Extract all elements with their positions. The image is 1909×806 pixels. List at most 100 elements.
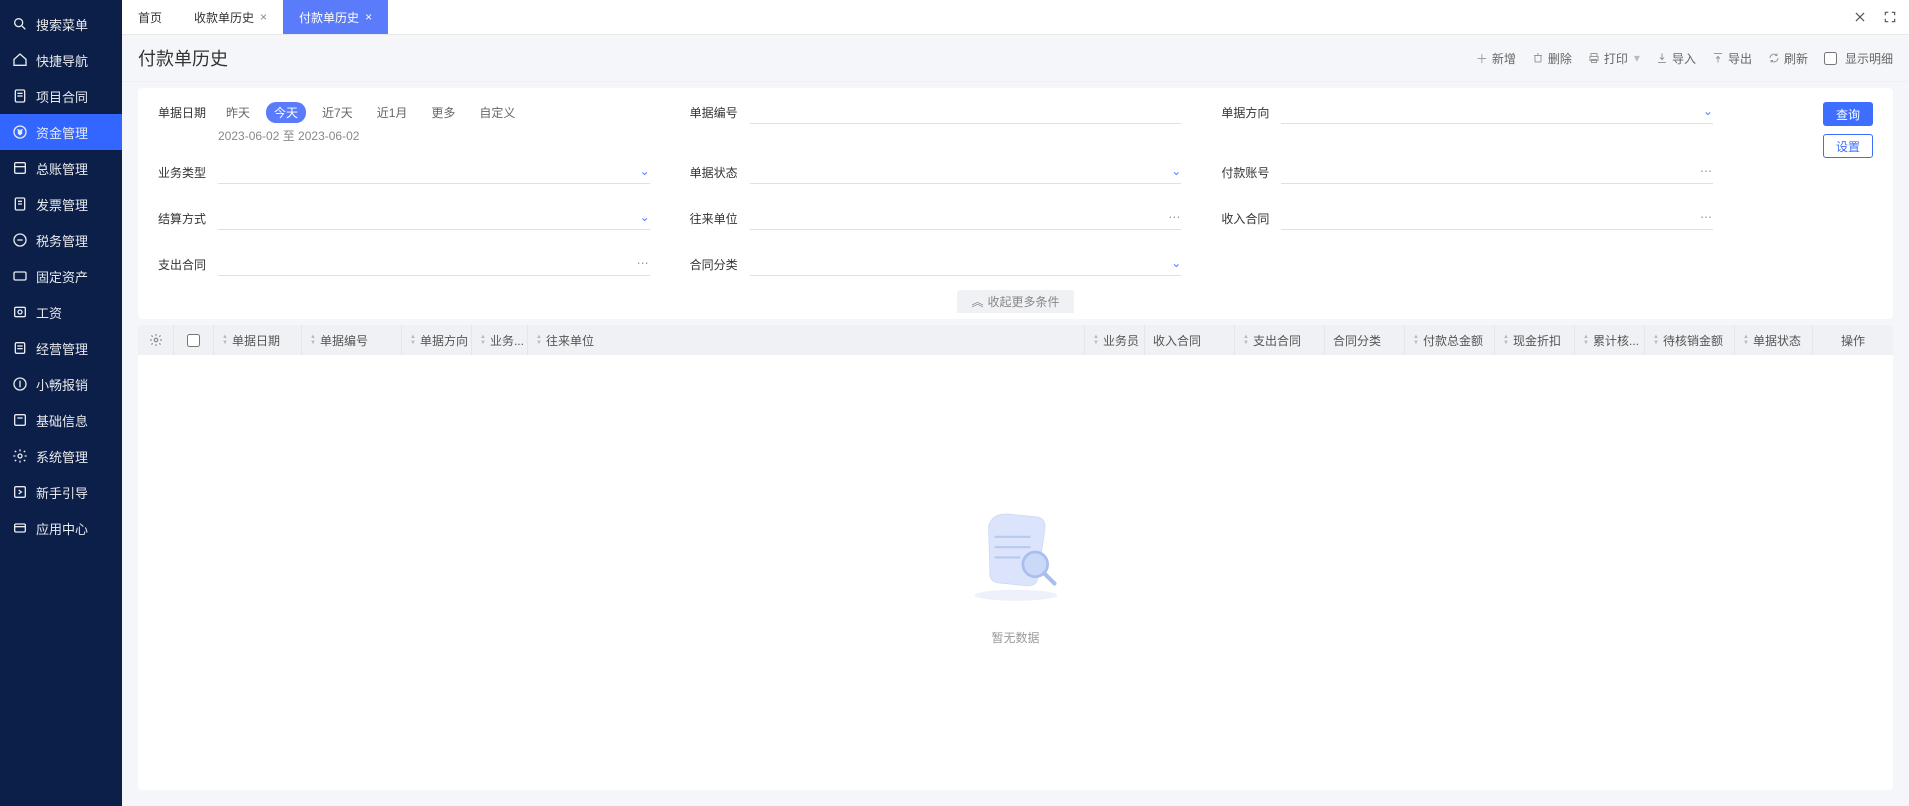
tab-home[interactable]: 首页 xyxy=(122,0,178,34)
filter-contract-class: 合同分类 ⌄ xyxy=(690,254,1182,282)
close-icon[interactable]: × xyxy=(365,10,372,24)
fullscreen-icon[interactable] xyxy=(1879,6,1901,28)
income-contract-input[interactable]: ⋯ xyxy=(1281,208,1713,230)
close-icon[interactable]: × xyxy=(260,10,267,24)
ellipsis-icon[interactable]: ⋯ xyxy=(1700,164,1713,178)
sort-icon[interactable] xyxy=(480,334,486,346)
query-button[interactable]: 查询 xyxy=(1823,102,1873,126)
sidebar-item-search[interactable]: 搜索菜单 xyxy=(0,6,122,42)
doc-status-select[interactable]: ⌄ xyxy=(750,162,1182,184)
collapse-filters-button[interactable]: ︽ 收起更多条件 xyxy=(957,290,1073,313)
th-pay-total[interactable]: 付款总金额 xyxy=(1405,325,1495,355)
th-income-contract[interactable]: 收入合同 xyxy=(1145,325,1235,355)
th-expense-contract[interactable]: 支出合同 xyxy=(1235,325,1325,355)
page-title: 付款单历史 xyxy=(138,45,228,71)
show-detail-toggle[interactable]: 显示明细 xyxy=(1824,50,1893,67)
sidebar-item-quicknav[interactable]: 快捷导航 xyxy=(0,42,122,78)
select-all-checkbox[interactable] xyxy=(174,325,214,355)
range-7d[interactable]: 近7天 xyxy=(314,102,361,123)
range-today[interactable]: 今天 xyxy=(266,102,306,123)
settings-button[interactable]: 设置 xyxy=(1823,134,1873,158)
sidebar-item-contract[interactable]: 项目合同 xyxy=(0,78,122,114)
sort-icon[interactable] xyxy=(1093,334,1099,346)
th-doc-date[interactable]: 单据日期 xyxy=(214,325,302,355)
sort-icon[interactable] xyxy=(310,334,316,346)
biz-type-select[interactable]: ⌄ xyxy=(218,162,650,184)
sort-icon[interactable] xyxy=(1653,334,1659,346)
th-direction[interactable]: 单据方向 xyxy=(402,325,472,355)
sidebar-item-label: 资金管理 xyxy=(36,123,88,142)
th-contract-class[interactable]: 合同分类 xyxy=(1325,325,1405,355)
print-button[interactable]: 打印▾ xyxy=(1588,50,1640,67)
th-doc-no[interactable]: 单据编号 xyxy=(302,325,402,355)
th-clerk[interactable]: 业务员 xyxy=(1085,325,1145,355)
empty-text: 暂无数据 xyxy=(991,629,1039,646)
import-button[interactable]: 导入 xyxy=(1656,50,1696,67)
sidebar-item-basicinfo[interactable]: 基础信息 xyxy=(0,402,122,438)
partner-input[interactable]: ⋯ xyxy=(750,208,1182,230)
ellipsis-icon[interactable]: ⋯ xyxy=(1168,210,1181,224)
sidebar-item-ledger[interactable]: 总账管理 xyxy=(0,150,122,186)
sidebar-item-manage[interactable]: 经营管理 xyxy=(0,330,122,366)
pay-account-input[interactable]: ⋯ xyxy=(1281,162,1713,184)
export-button[interactable]: 导出 xyxy=(1712,50,1752,67)
sort-icon[interactable] xyxy=(1503,334,1509,346)
sidebar-item-apps[interactable]: 应用中心 xyxy=(0,510,122,546)
sidebar-item-system[interactable]: 系统管理 xyxy=(0,438,122,474)
sort-icon[interactable] xyxy=(536,334,542,346)
sidebar-item-label: 快捷导航 xyxy=(36,51,88,70)
th-pending[interactable]: 待核销金额 xyxy=(1645,325,1735,355)
expense-contract-input[interactable]: ⋯ xyxy=(218,254,650,276)
range-yesterday[interactable]: 昨天 xyxy=(218,102,258,123)
sort-icon[interactable] xyxy=(1413,334,1419,346)
sidebar-item-asset[interactable]: 固定资产 xyxy=(0,258,122,294)
ellipsis-icon[interactable]: ⋯ xyxy=(637,256,650,270)
close-all-icon[interactable] xyxy=(1849,6,1871,28)
sort-icon[interactable] xyxy=(1243,334,1249,346)
sidebar-item-funds[interactable]: ¥ 资金管理 xyxy=(0,114,122,150)
sidebar-item-tax[interactable]: 税务管理 xyxy=(0,222,122,258)
doc-no-input[interactable] xyxy=(750,102,1182,124)
range-more[interactable]: 更多 xyxy=(423,102,463,123)
table-header: 单据日期 单据编号 单据方向 业务... 往来单位 业务员 收入合同 支出合同 … xyxy=(138,325,1893,355)
refresh-button[interactable]: 刷新 xyxy=(1768,50,1808,67)
sidebar-item-label: 新手引导 xyxy=(36,483,88,502)
th-cash-discount[interactable]: 现金折扣 xyxy=(1495,325,1575,355)
range-1m[interactable]: 近1月 xyxy=(369,102,416,123)
th-partner[interactable]: 往来单位 xyxy=(528,325,1085,355)
sort-icon[interactable] xyxy=(222,334,228,346)
wallet-icon: ¥ xyxy=(12,124,28,140)
home-icon xyxy=(12,52,28,68)
trash-icon xyxy=(1532,52,1544,64)
sidebar-item-invoice[interactable]: 发票管理 xyxy=(0,186,122,222)
settle-select[interactable]: ⌄ xyxy=(218,208,650,230)
table-card: 单据日期 单据编号 单据方向 业务... 往来单位 业务员 收入合同 支出合同 … xyxy=(138,325,1893,790)
ellipsis-icon[interactable]: ⋯ xyxy=(1700,210,1713,224)
sort-icon[interactable] xyxy=(1743,334,1749,346)
delete-button[interactable]: 删除 xyxy=(1532,50,1572,67)
th-accum[interactable]: 累计核... xyxy=(1575,325,1645,355)
sidebar-item-expense[interactable]: 小畅报销 xyxy=(0,366,122,402)
sidebar-item-salary[interactable]: 工资 xyxy=(0,294,122,330)
direction-select[interactable]: ⌄ xyxy=(1281,102,1713,124)
tab-receipt-history[interactable]: 收款单历史 × xyxy=(178,0,283,34)
range-custom[interactable]: 自定义 xyxy=(471,102,523,123)
filter-label: 单据编号 xyxy=(690,102,750,124)
sort-icon[interactable] xyxy=(410,334,416,346)
column-settings-button[interactable] xyxy=(138,325,174,355)
export-icon xyxy=(1712,52,1724,64)
add-button[interactable]: ＋新增 xyxy=(1476,50,1516,67)
tab-payment-history[interactable]: 付款单历史 × xyxy=(283,0,388,34)
filter-direction: 单据方向 ⌄ xyxy=(1221,102,1713,144)
filter-label: 合同分类 xyxy=(690,254,750,276)
tabs-row: 首页 收款单历史 × 付款单历史 × xyxy=(122,0,1909,35)
filter-label: 单据状态 xyxy=(690,162,750,184)
show-detail-checkbox[interactable] xyxy=(1824,52,1837,65)
sidebar-item-guide[interactable]: 新手引导 xyxy=(0,474,122,510)
main: 首页 收款单历史 × 付款单历史 × 付款单历史 ＋新增 删除 打印▾ 导入 导… xyxy=(122,0,1909,806)
contract-class-select[interactable]: ⌄ xyxy=(750,254,1182,276)
th-status[interactable]: 单据状态 xyxy=(1735,325,1813,355)
sidebar-item-label: 小畅报销 xyxy=(36,375,88,394)
sort-icon[interactable] xyxy=(1583,334,1589,346)
th-biz[interactable]: 业务... xyxy=(472,325,528,355)
